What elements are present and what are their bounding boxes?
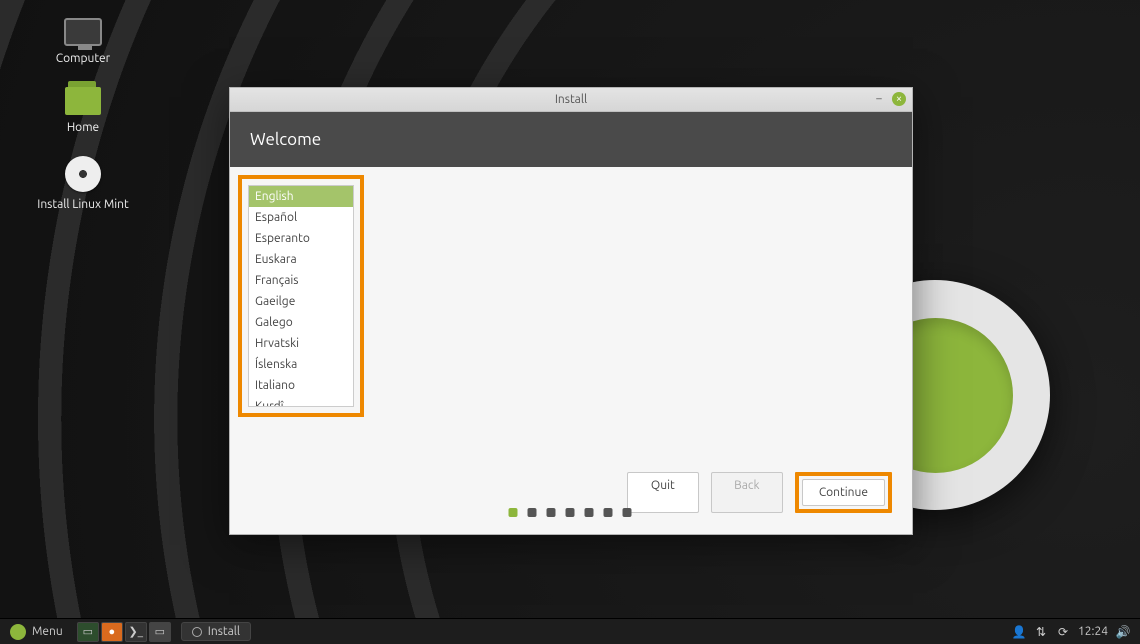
taskbar: Menu ▭ ● ❯_ ▭ Install 👤 ⇅ ⟳ 12:24 🔊 — [0, 618, 1140, 644]
install-mint-icon[interactable]: Install Linux Mint — [28, 148, 138, 225]
home-glyph — [65, 87, 101, 115]
language-option[interactable]: Español — [249, 207, 353, 228]
menu-icon — [10, 624, 26, 640]
language-option[interactable]: Euskara — [249, 249, 353, 270]
page-title: Welcome — [250, 130, 321, 149]
taskbar-install-window[interactable]: Install — [181, 622, 251, 641]
updates-icon[interactable]: ⟳ — [1056, 625, 1070, 639]
installer-window: Install – × Welcome EnglishEspañolEspera… — [229, 87, 913, 535]
minimize-button[interactable]: – — [872, 92, 886, 106]
language-option[interactable]: Esperanto — [249, 228, 353, 249]
system-tray: 👤 ⇅ ⟳ 12:24 🔊 — [1012, 625, 1140, 639]
highlight-continue: Continue — [795, 472, 892, 513]
page-header: Welcome — [230, 112, 912, 167]
user-icon[interactable]: 👤 — [1012, 625, 1026, 639]
terminal-launcher[interactable]: ❯_ — [125, 622, 147, 642]
language-option[interactable]: Italiano — [249, 375, 353, 396]
window-title: Install — [555, 93, 587, 106]
desktop-icons: Computer Home Install Linux Mint — [28, 10, 138, 225]
language-option[interactable]: Kurdî — [249, 396, 353, 407]
quit-button[interactable]: Quit — [627, 472, 699, 513]
show-desktop-button[interactable]: ▭ — [77, 622, 99, 642]
computer-glyph — [64, 18, 102, 46]
task-icon — [192, 627, 202, 637]
language-option[interactable]: English — [249, 186, 353, 207]
task-label: Install — [208, 625, 240, 638]
volume-icon[interactable]: 🔊 — [1116, 625, 1130, 639]
language-option[interactable]: Galego — [249, 312, 353, 333]
progress-dot — [604, 508, 613, 517]
firefox-launcher[interactable]: ● — [101, 622, 123, 642]
progress-dot — [623, 508, 632, 517]
language-list[interactable]: EnglishEspañolEsperantoEuskaraFrançaisGa… — [248, 185, 354, 407]
disc-glyph — [65, 156, 101, 192]
icon-label: Home — [28, 121, 138, 134]
button-bar: Quit Back Continue — [627, 472, 892, 513]
clock[interactable]: 12:24 — [1078, 625, 1108, 638]
language-option[interactable]: Íslenska — [249, 354, 353, 375]
continue-button[interactable]: Continue — [802, 479, 885, 506]
installer-content: EnglishEspañolEsperantoEuskaraFrançaisGa… — [230, 167, 912, 533]
menu-button[interactable]: Menu — [0, 624, 73, 640]
progress-dot — [585, 508, 594, 517]
progress-dots — [509, 508, 632, 517]
progress-dot — [509, 508, 518, 517]
menu-label: Menu — [32, 625, 63, 638]
close-button[interactable]: × — [892, 92, 906, 106]
icon-label: Install Linux Mint — [28, 198, 138, 211]
language-option[interactable]: Gaeilge — [249, 291, 353, 312]
language-option[interactable]: Français — [249, 270, 353, 291]
back-button: Back — [711, 472, 783, 513]
progress-dot — [547, 508, 556, 517]
language-option[interactable]: Hrvatski — [249, 333, 353, 354]
progress-dot — [566, 508, 575, 517]
files-launcher[interactable]: ▭ — [149, 622, 171, 642]
home-icon[interactable]: Home — [28, 79, 138, 148]
network-icon[interactable]: ⇅ — [1034, 625, 1048, 639]
window-titlebar[interactable]: Install – × — [230, 88, 912, 112]
progress-dot — [528, 508, 537, 517]
icon-label: Computer — [28, 52, 138, 65]
quick-launch: ▭ ● ❯_ ▭ — [73, 622, 175, 642]
computer-icon[interactable]: Computer — [28, 10, 138, 79]
